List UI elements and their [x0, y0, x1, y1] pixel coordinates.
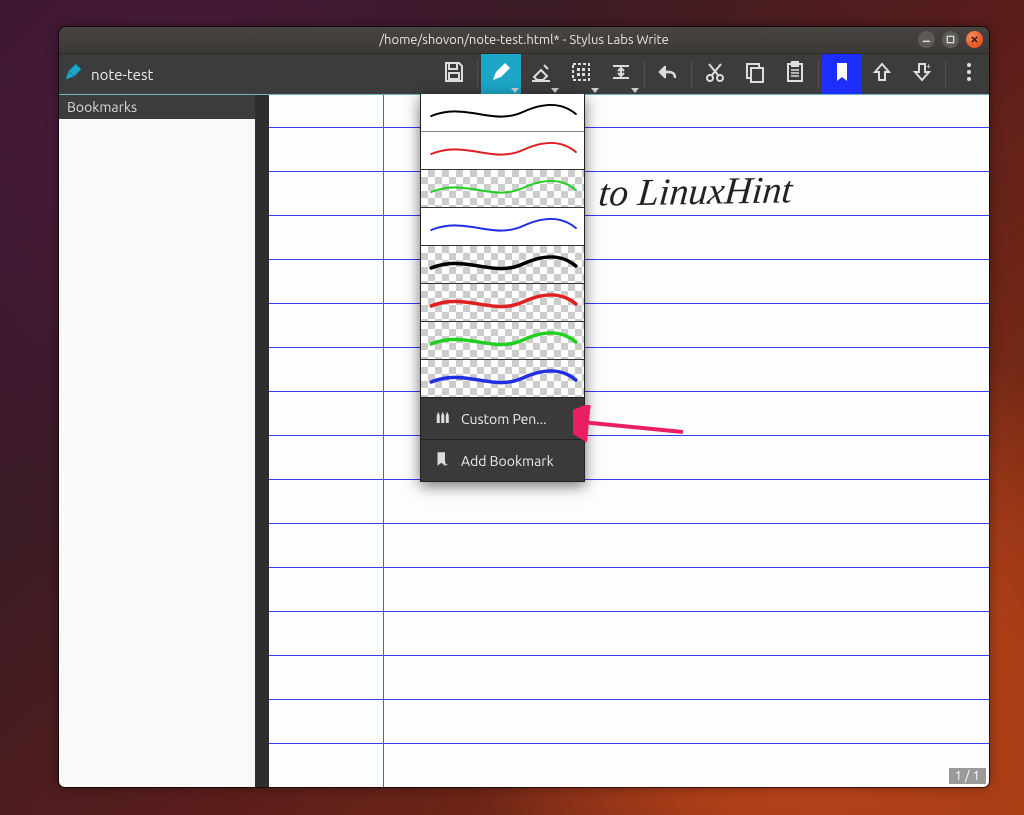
- next-page-button[interactable]: +: [902, 54, 942, 94]
- page-indicator: 1 / 1: [949, 768, 986, 784]
- canvas[interactable]: to LinuxHint 1 / 1: [255, 95, 989, 787]
- paste-button[interactable]: [775, 54, 815, 94]
- custom-pen-label: Custom Pen...: [461, 411, 547, 427]
- custom-pen-menu-item[interactable]: Custom Pen...: [421, 397, 584, 439]
- undo-button[interactable]: [648, 54, 688, 94]
- chevron-down-icon: [631, 88, 639, 93]
- svg-text:+: +: [444, 459, 449, 469]
- chevron-down-icon: [591, 88, 599, 93]
- eraser-tool-button[interactable]: [521, 54, 561, 94]
- pen-swatch-7[interactable]: [421, 359, 584, 397]
- undo-icon: [656, 60, 680, 88]
- toolbar: note-test: [59, 54, 989, 95]
- pen-swatch-2[interactable]: [421, 169, 584, 207]
- insert-space-button[interactable]: [601, 54, 641, 94]
- pen-tool-button[interactable]: [481, 54, 521, 94]
- eraser-icon: [529, 60, 553, 88]
- maximize-button[interactable]: [942, 31, 959, 48]
- close-button[interactable]: [966, 31, 983, 48]
- pen-swatch-1[interactable]: [421, 131, 584, 169]
- add-bookmark-menu-item[interactable]: + Add Bookmark: [421, 439, 584, 481]
- copy-button[interactable]: [735, 54, 775, 94]
- window-title: /home/shovon/note-test.html* - Stylus La…: [59, 33, 989, 47]
- copy-icon: [743, 60, 767, 88]
- pen-swatch-5[interactable]: [421, 283, 584, 321]
- add-bookmark-label: Add Bookmark: [461, 453, 554, 469]
- chevron-down-icon: [511, 88, 519, 93]
- chevron-down-icon: [551, 88, 559, 93]
- pen-swatch-0[interactable]: [421, 94, 584, 131]
- bookmark-button[interactable]: [822, 54, 862, 94]
- paper-margin-line: [383, 95, 384, 787]
- paper[interactable]: to LinuxHint 1 / 1: [269, 95, 989, 787]
- arrow-down-icon: +: [910, 60, 934, 88]
- svg-text:+: +: [926, 61, 931, 71]
- handwriting-text: to LinuxHint: [597, 168, 794, 215]
- tab-label: note-test: [91, 66, 153, 83]
- pen-dropdown: Custom Pen... + Add Bookmark: [420, 94, 585, 482]
- pen-icon: [489, 60, 513, 88]
- minimize-button[interactable]: [918, 31, 935, 48]
- overflow-icon: [957, 60, 981, 88]
- bookmark-add-icon: +: [433, 450, 451, 471]
- select-tool-button[interactable]: [561, 54, 601, 94]
- arrow-up-icon: [870, 60, 894, 88]
- pen-swatch-3[interactable]: [421, 207, 584, 245]
- pen-swatch-4[interactable]: [421, 245, 584, 283]
- pencil-icon: [63, 61, 85, 87]
- save-icon: [442, 60, 466, 88]
- pen-swatch-6[interactable]: [421, 321, 584, 359]
- cut-button[interactable]: [695, 54, 735, 94]
- insert-space-icon: [609, 60, 633, 88]
- bookmarks-sidebar: Bookmarks: [59, 95, 255, 787]
- titlebar[interactable]: /home/shovon/note-test.html* - Stylus La…: [59, 27, 989, 54]
- paste-icon: [783, 60, 807, 88]
- pens-icon: [433, 408, 451, 429]
- select-icon: [569, 60, 593, 88]
- cut-icon: [703, 60, 727, 88]
- bookmark-icon: [830, 60, 854, 88]
- sidebar-content[interactable]: [59, 119, 255, 787]
- overflow-menu-button[interactable]: [949, 54, 989, 94]
- sidebar-header: Bookmarks: [59, 95, 255, 119]
- document-tab[interactable]: note-test: [59, 54, 434, 94]
- prev-page-button[interactable]: [862, 54, 902, 94]
- save-button[interactable]: [434, 54, 474, 94]
